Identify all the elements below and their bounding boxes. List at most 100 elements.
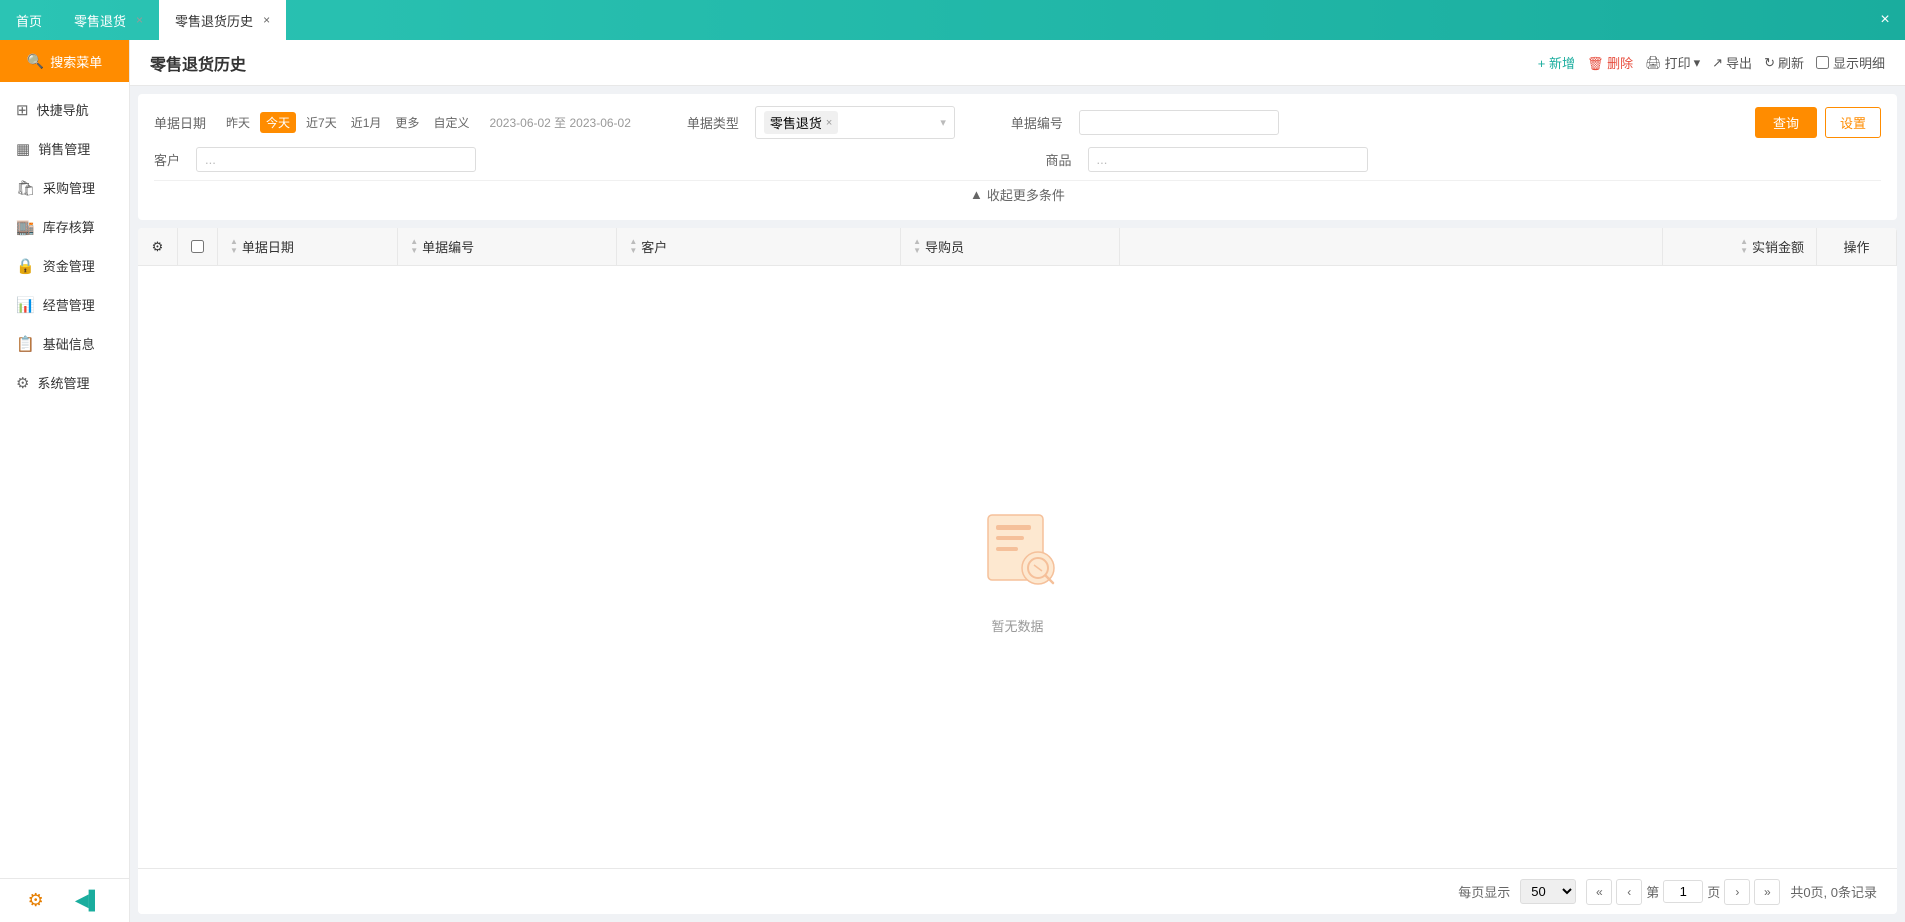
tab-home[interactable]: 首页 [0, 0, 58, 40]
first-page-button[interactable]: « [1586, 879, 1612, 905]
filter-row-2: 客户 商品 [154, 147, 1881, 172]
export-icon: ↗ [1712, 55, 1723, 71]
date-filter-label: 单据日期 [154, 113, 206, 132]
query-button[interactable]: 查询 [1755, 107, 1817, 138]
operation-icon: 📊 [16, 296, 35, 314]
th-checkbox[interactable] [178, 228, 218, 265]
th-guide-label: 导购员 [925, 237, 964, 256]
sidebar-item-finance-label: 资金管理 [43, 256, 95, 275]
delete-button[interactable]: 🗑 删除 [1587, 53, 1633, 72]
tab-retail-return-history-close[interactable]: × [263, 13, 270, 27]
sidebar-menu: ⊞ 快捷导航 ▦ 销售管理 🛍 采购管理 🏬 库存核算 🔒 资金管理 📊 经 [0, 82, 129, 878]
prev-page-button[interactable]: ‹ [1616, 879, 1642, 905]
th-no-label: 单据编号 [422, 237, 474, 256]
new-button[interactable]: + 新增 [1538, 53, 1575, 72]
purchase-icon: 🛍 [16, 179, 35, 197]
volume-icon[interactable]: ◀▌ [75, 890, 102, 911]
window-close-button[interactable]: × [1865, 11, 1905, 29]
sidebar-item-purchase-mgmt[interactable]: 🛍 采购管理 [0, 168, 129, 207]
show-detail-input[interactable] [1816, 56, 1829, 69]
per-page-label: 每页显示 [1458, 882, 1510, 901]
date-opt-yesterday[interactable]: 昨天 [222, 112, 254, 133]
customer-sort-arrows: ▲ ▼ [629, 238, 637, 255]
sidebar-item-inventory[interactable]: 🏬 库存核算 [0, 207, 129, 246]
filter-row-1: 单据日期 昨天 今天 近7天 近1月 更多 自定义 2023-06-02 至 2… [154, 106, 1881, 139]
tab-retail-return-close[interactable]: × [136, 13, 143, 27]
tab-retail-return[interactable]: 零售退货 × [58, 0, 159, 40]
date-opt-today[interactable]: 今天 [260, 112, 296, 133]
customer-input[interactable] [196, 147, 476, 172]
empty-state-icon [968, 500, 1068, 600]
th-fill [1120, 228, 1663, 265]
setting-button[interactable]: 设置 [1825, 107, 1881, 138]
sidebar: 🔍 搜索菜单 ⊞ 快捷导航 ▦ 销售管理 🛍 采购管理 🏬 库存核算 🔒 [0, 40, 130, 922]
sidebar-item-operation-label: 经营管理 [43, 295, 95, 314]
select-all-checkbox[interactable] [191, 240, 204, 253]
th-amount-label: 实销金额 [1752, 237, 1804, 256]
collapse-icon: ▲ [970, 187, 983, 202]
top-bar: 首页 零售退货 × 零售退货历史 × × [0, 0, 1905, 40]
settings-bottom-icon[interactable]: ⚙ [28, 890, 44, 911]
type-select[interactable]: 零售退货 × ▾ [755, 106, 955, 139]
system-icon: ⚙ [16, 374, 29, 392]
print-button[interactable]: 🖨 打印 ▾ [1645, 53, 1700, 72]
basic-info-icon: 📋 [16, 335, 35, 353]
sidebar-item-basic-info[interactable]: 📋 基础信息 [0, 324, 129, 363]
date-opt-custom[interactable]: 自定义 [429, 112, 473, 133]
finance-icon: 🔒 [16, 257, 35, 275]
th-date-label: 单据日期 [242, 237, 294, 256]
sidebar-item-finance[interactable]: 🔒 资金管理 [0, 246, 129, 285]
sidebar-item-system-mgmt[interactable]: ⚙ 系统管理 [0, 363, 129, 402]
sidebar-item-sales-mgmt[interactable]: ▦ 销售管理 [0, 129, 129, 168]
page-title: 零售退货历史 [150, 51, 246, 75]
sidebar-item-system-label: 系统管理 [37, 373, 89, 392]
sidebar-item-quick-nav-label: 快捷导航 [37, 100, 89, 119]
per-page-select[interactable]: 10 20 50 100 [1520, 879, 1576, 904]
type-tag-close[interactable]: × [826, 117, 832, 129]
print-dropdown-icon: ▾ [1694, 55, 1701, 71]
type-dropdown-icon: ▾ [940, 116, 946, 129]
goods-input[interactable] [1088, 147, 1368, 172]
date-range-display: 2023-06-02 至 2023-06-02 [489, 114, 630, 131]
voucher-input[interactable] [1079, 110, 1279, 135]
tab-retail-return-history-label: 零售退货历史 [175, 11, 253, 30]
page-number-input[interactable]: 1 [1663, 880, 1703, 903]
empty-text: 暂无数据 [991, 616, 1043, 635]
pagination: 每页显示 10 20 50 100 « ‹ 第 1 页 › » [138, 868, 1897, 914]
th-guide[interactable]: ▲ ▼ 导购员 [901, 228, 1120, 265]
filter-collapse-button[interactable]: ▲ 收起更多条件 [154, 180, 1881, 208]
tab-home-label: 首页 [16, 11, 42, 30]
page-header: 零售退货历史 + 新增 🗑 删除 🖨 打印 ▾ ↗ 导出 ↻ 刷新 [130, 40, 1905, 86]
th-action-label: 操作 [1843, 237, 1869, 256]
th-amount[interactable]: ▲ ▼ 实销金额 [1663, 228, 1817, 265]
th-customer[interactable]: ▲ ▼ 客户 [617, 228, 901, 265]
page-nav: « ‹ 第 1 页 › » [1586, 879, 1780, 905]
th-no[interactable]: ▲ ▼ 单据编号 [398, 228, 617, 265]
date-opt-7days[interactable]: 近7天 [302, 112, 341, 133]
collapse-label: 收起更多条件 [987, 185, 1065, 204]
sidebar-item-basic-info-label: 基础信息 [43, 334, 95, 353]
date-opt-more[interactable]: 更多 [391, 112, 423, 133]
last-page-button[interactable]: » [1754, 879, 1780, 905]
sidebar-item-operation[interactable]: 📊 经营管理 [0, 285, 129, 324]
sidebar-item-quick-nav[interactable]: ⊞ 快捷导航 [0, 90, 129, 129]
refresh-button[interactable]: ↻ 刷新 [1764, 53, 1804, 72]
sidebar-search-button[interactable]: 🔍 搜索菜单 [0, 40, 129, 82]
next-page-button[interactable]: › [1724, 879, 1750, 905]
filter-area: 单据日期 昨天 今天 近7天 近1月 更多 自定义 2023-06-02 至 2… [138, 94, 1897, 220]
show-detail-label: 显示明细 [1833, 53, 1885, 72]
date-sort-arrows: ▲ ▼ [230, 238, 238, 255]
tab-retail-return-history[interactable]: 零售退货历史 × [159, 0, 286, 40]
content-area: 零售退货历史 + 新增 🗑 删除 🖨 打印 ▾ ↗ 导出 ↻ 刷新 [130, 40, 1905, 922]
th-settings[interactable]: ⚙ [138, 228, 178, 265]
sidebar-item-purchase-label: 采购管理 [43, 178, 95, 197]
empty-state: 暂无数据 [138, 266, 1897, 868]
customer-filter-section [196, 147, 989, 172]
quick-nav-icon: ⊞ [16, 101, 29, 119]
date-opt-1month[interactable]: 近1月 [347, 112, 386, 133]
guide-sort-arrows: ▲ ▼ [913, 238, 921, 255]
show-detail-checkbox[interactable]: 显示明细 [1816, 53, 1885, 72]
th-date[interactable]: ▲ ▼ 单据日期 [218, 228, 398, 265]
search-icon: 🔍 [27, 53, 44, 70]
export-button[interactable]: ↗ 导出 [1712, 53, 1752, 72]
